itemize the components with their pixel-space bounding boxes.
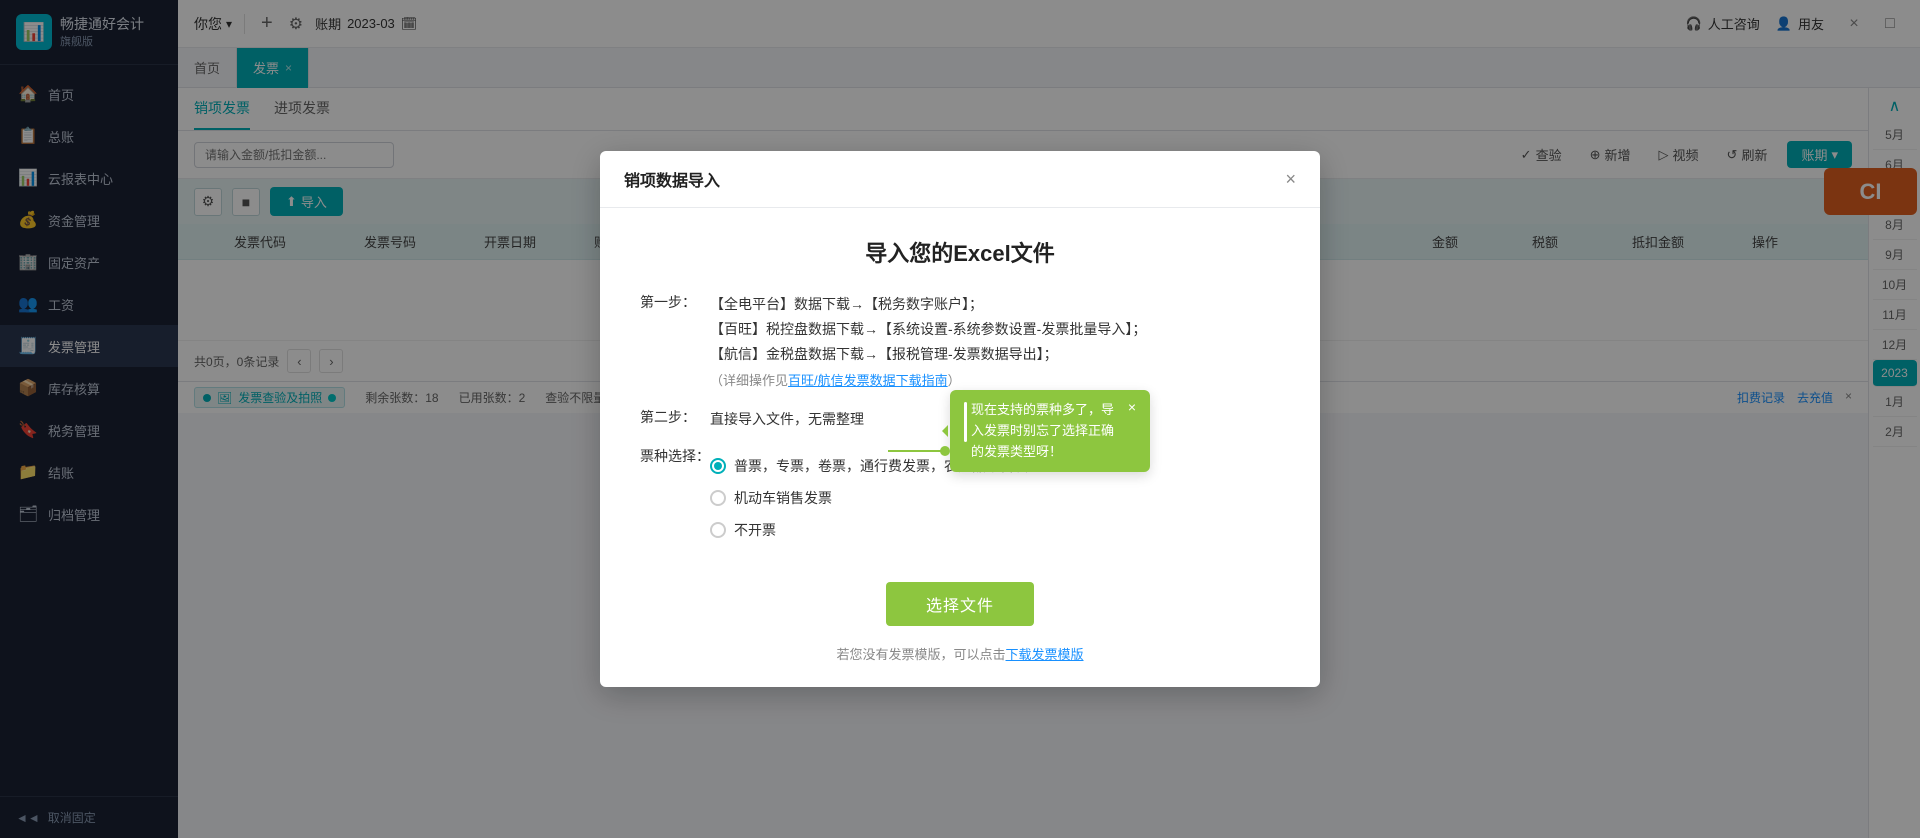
radio-dot-1[interactable] [710,458,726,474]
radio-option-2[interactable]: 机动车销售发票 [710,488,1042,508]
radio-label-3: 不开票 [734,520,776,540]
radio-dot-2[interactable] [710,490,726,506]
connector-dot [940,446,950,456]
step1-link-suffix: ） [948,373,961,388]
modal-file-title: 导入您的Excel文件 [640,236,1280,268]
modal-title: 销项数据导入 [624,167,720,191]
step2-content: 直接导入文件，无需整理 [710,407,864,432]
modal-close-button[interactable]: × [1285,170,1296,188]
step2-label: 第二步： [640,407,710,432]
modal-footer-note: 若您没有发票模版，可以点击下载发票模版 [640,644,1280,663]
modal-overlay: 销项数据导入 × 导入您的Excel文件 第一步： 【全电平台】数据下载→【税务… [0,0,1920,838]
step1-line-2: 【百旺】税控盘数据下载→【系统设置-系统参数设置-发票批量导入】； [710,317,1146,342]
step1-row: 第一步： 【全电平台】数据下载→【税务数字账户】； 【百旺】税控盘数据下载→【系… [640,292,1280,393]
radio-label-2: 机动车销售发票 [734,488,832,508]
step1-link-prefix: （详细操作见 [710,373,788,388]
tooltip-bubble: 现在支持的票种多了，导入发票时别忘了选择正确的发票类型呀！ × [950,390,1150,472]
connector-line [888,450,948,452]
tooltip-close-button[interactable]: × [1128,400,1136,414]
tooltip-content: 现在支持的票种多了，导入发票时别忘了选择正确的发票类型呀！ × [964,400,1136,462]
tooltip-bar [964,402,967,442]
ticket-type-label: 票种选择： [640,446,710,562]
step1-content: 【全电平台】数据下载→【税务数字账户】； 【百旺】税控盘数据下载→【系统设置-系… [710,292,1146,393]
step1-label: 第一步： [640,292,710,393]
select-file-button[interactable]: 选择文件 [886,582,1034,626]
tooltip-text: 现在支持的票种多了，导入发票时别忘了选择正确的发票类型呀！ [971,400,1116,462]
radio-dot-3[interactable] [710,522,726,538]
download-template-link[interactable]: 下载发票模版 [1006,647,1084,662]
step1-line-3: 【航信】金税盘数据下载→【报税管理-发票数据导出】； [710,342,1146,367]
step1-guide-link[interactable]: 百旺/航信发票数据下载指南 [788,373,948,388]
step1-guide-link-row: （详细操作见百旺/航信发票数据下载指南） [710,368,1146,393]
step1-line-1: 【全电平台】数据下载→【税务数字账户】； [710,292,1146,317]
modal-header: 销项数据导入 × [600,151,1320,208]
radio-option-3[interactable]: 不开票 [710,520,1042,540]
